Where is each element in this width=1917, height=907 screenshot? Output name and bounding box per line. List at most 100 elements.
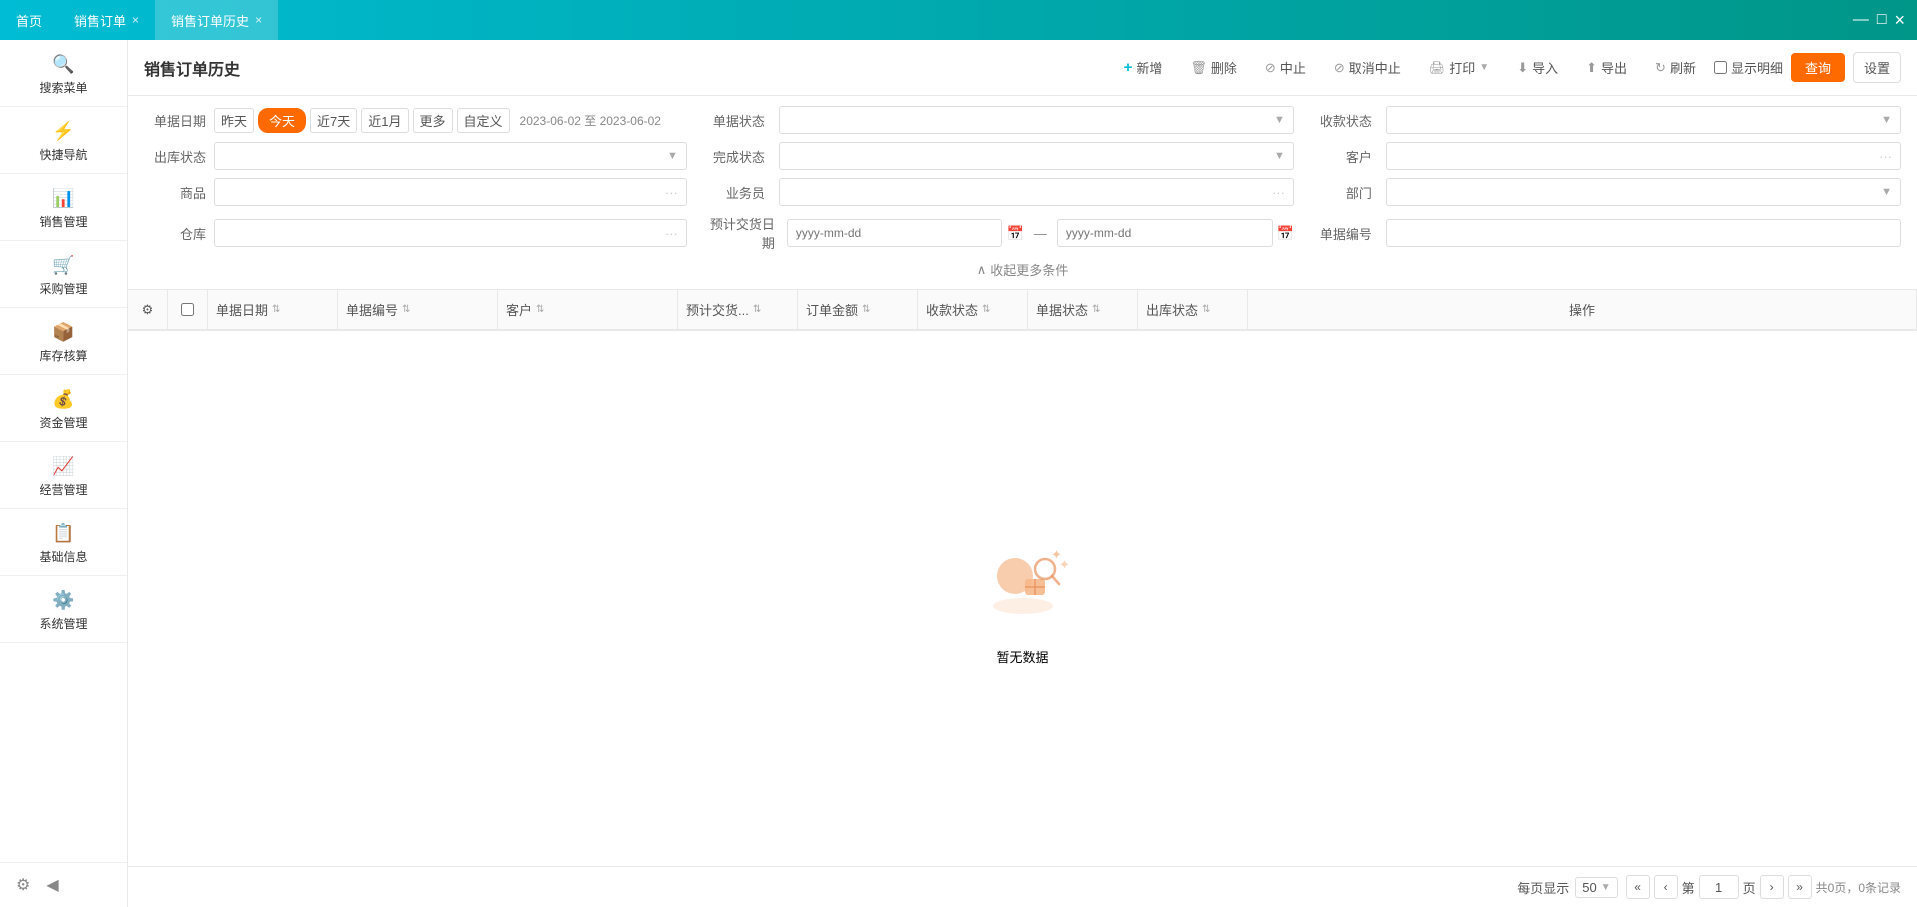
sales-mgmt-icon: 📊 — [52, 188, 74, 209]
search-menu-icon: 🔍 — [52, 54, 74, 75]
date-quick-btns: 昨天 今天 近7天 近1月 更多 自定义 — [214, 108, 510, 133]
new-button[interactable]: + 新增 — [1114, 53, 1173, 82]
date-btn-custom[interactable]: 自定义 — [457, 108, 510, 133]
th-out-status-sort-icon[interactable]: ⇅ — [1202, 304, 1210, 315]
display-toggle-checkbox[interactable] — [1714, 61, 1727, 74]
th-delivery-sort-icon[interactable]: ⇅ — [753, 304, 761, 315]
warehouse-input[interactable]: ··· — [214, 219, 687, 247]
page-label: 第 — [1682, 878, 1695, 897]
delivery-date-from-calendar-icon[interactable]: 📅 — [1006, 225, 1023, 242]
sidebar-label-biz-mgmt: 经营管理 — [39, 481, 87, 498]
th-date-sort-icon[interactable]: ⇅ — [272, 304, 280, 315]
date-btn-last7[interactable]: 近7天 — [310, 108, 357, 133]
goods-input[interactable]: ··· — [214, 178, 687, 206]
complete-status-select[interactable]: ▼ — [779, 142, 1294, 170]
sidebar-item-purchase-mgmt[interactable]: 🛒 采购管理 — [0, 241, 127, 308]
stop-icon: ⊘ — [1265, 60, 1276, 76]
page-header: 销售订单历史 + 新增 🗑 删除 ⊘ 中止 ⊘ 取消中止 🖨 打印 ▼ — [128, 40, 1917, 96]
settings-button[interactable]: 设置 — [1853, 52, 1901, 83]
customer-dots[interactable]: ··· — [1879, 149, 1892, 164]
sidebar-item-fund-mgmt[interactable]: 💰 资金管理 — [0, 375, 127, 442]
sidebar-item-search-menu[interactable]: 🔍 搜索菜单 — [0, 40, 127, 107]
sidebar-item-sys-mgmt[interactable]: ⚙️ 系统管理 — [0, 576, 127, 643]
order-status-select[interactable]: ▼ — [779, 106, 1294, 134]
delivery-date-from[interactable] — [787, 219, 1003, 247]
sidebar-item-basic-info[interactable]: 📋 基础信息 — [0, 509, 127, 576]
sidebar-label-fund-mgmt: 资金管理 — [39, 414, 87, 431]
date-btn-last1m[interactable]: 近1月 — [361, 108, 408, 133]
sidebar-item-biz-mgmt[interactable]: 📈 经营管理 — [0, 442, 127, 509]
th-customer: 客户 ⇅ — [498, 290, 678, 329]
settings-col-icon: ⚙ — [142, 302, 154, 318]
sidebar-settings-icon[interactable]: ⚙ — [16, 875, 30, 895]
close-button[interactable]: × — [1894, 10, 1905, 31]
sidebar-collapse-icon[interactable]: ◀ — [46, 875, 58, 895]
warehouse-dots[interactable]: ··· — [665, 226, 678, 241]
date-btn-yesterday[interactable]: 昨天 — [214, 108, 254, 133]
th-collect-status-sort-icon[interactable]: ⇅ — [982, 304, 990, 315]
empty-state: ✦ ✦ 暂无数据 — [128, 331, 1917, 866]
sidebar-item-quick-nav[interactable]: ⚡ 快捷导航 — [0, 107, 127, 174]
query-button[interactable]: 查询 — [1791, 53, 1845, 82]
out-status-select[interactable]: ▼ — [214, 142, 687, 170]
collect-status-select[interactable]: ▼ — [1386, 106, 1901, 134]
first-page-button[interactable]: « — [1626, 875, 1650, 899]
sidebar-label-stock-calc: 库存核算 — [39, 347, 87, 364]
delivery-date-to[interactable] — [1057, 219, 1273, 247]
display-toggle-label: 显示明细 — [1731, 58, 1783, 77]
date-range-text: 2023-06-02 至 2023-06-02 — [520, 112, 661, 129]
delivery-date-to-calendar-icon[interactable]: 📅 — [1277, 225, 1294, 242]
collapse-link[interactable]: ∧ 收起更多条件 — [144, 260, 1901, 279]
th-delivery: 预计交货... ⇅ — [678, 290, 798, 329]
sidebar-item-sales-mgmt[interactable]: 📊 销售管理 — [0, 174, 127, 241]
dept-select[interactable]: ▼ — [1386, 178, 1901, 206]
customer-input[interactable]: ··· — [1386, 142, 1901, 170]
select-all-checkbox[interactable] — [181, 303, 194, 316]
print-button[interactable]: 🖨 打印 ▼ — [1419, 53, 1499, 82]
cancel-stop-button[interactable]: ⊘ 取消中止 — [1324, 53, 1411, 82]
tab-sales-order-history[interactable]: 销售订单历史 × — [155, 0, 278, 40]
prev-page-button[interactable]: ‹ — [1654, 875, 1678, 899]
salesperson-dots[interactable]: ··· — [1272, 185, 1285, 200]
page-input[interactable] — [1699, 875, 1739, 899]
th-checkbox[interactable] — [168, 290, 208, 329]
tab-sales-order[interactable]: 销售订单 × — [58, 0, 155, 40]
next-page-button[interactable]: › — [1760, 875, 1784, 899]
delete-button[interactable]: 🗑 删除 — [1180, 53, 1247, 82]
collapse-up-icon: ∧ — [977, 262, 987, 278]
refresh-button[interactable]: ↻ 刷新 — [1645, 53, 1706, 82]
export-button[interactable]: ⬆ 导出 — [1576, 53, 1637, 82]
th-order-status-sort-icon[interactable]: ⇅ — [1092, 304, 1100, 315]
last-page-button[interactable]: » — [1788, 875, 1812, 899]
top-bar: 首页 销售订单 × 销售订单历史 × — □ × — [0, 0, 1917, 40]
pagination: 每页显示 50 ▼ « ‹ 第 页 › » 共0页，0条记录 — [128, 866, 1917, 907]
tab-sales-order-history-close[interactable]: × — [255, 13, 262, 27]
order-no-input[interactable] — [1386, 219, 1901, 247]
th-customer-label: 客户 — [506, 300, 532, 319]
page-size-label: 每页显示 — [1517, 878, 1569, 897]
salesperson-input[interactable]: ··· — [779, 178, 1294, 206]
th-customer-sort-icon[interactable]: ⇅ — [536, 304, 544, 315]
collapse-label: 收起更多条件 — [990, 260, 1068, 279]
page-size-dropdown[interactable]: 50 ▼ — [1575, 877, 1617, 898]
fund-mgmt-icon: 💰 — [52, 389, 74, 410]
import-button[interactable]: ⬇ 导入 — [1507, 53, 1568, 82]
quick-nav-icon: ⚡ — [52, 121, 74, 142]
basic-info-icon: 📋 — [52, 523, 74, 544]
sidebar-label-sys-mgmt: 系统管理 — [39, 615, 87, 632]
minimize-button[interactable]: — — [1853, 11, 1869, 29]
date-btn-more[interactable]: 更多 — [413, 108, 453, 133]
th-order-no-sort-icon[interactable]: ⇅ — [402, 304, 410, 315]
maximize-button[interactable]: □ — [1877, 11, 1887, 29]
goods-dots[interactable]: ··· — [665, 185, 678, 200]
date-btn-today[interactable]: 今天 — [258, 108, 306, 133]
tab-sales-order-close[interactable]: × — [132, 13, 139, 27]
tab-home[interactable]: 首页 — [0, 0, 58, 40]
th-settings[interactable]: ⚙ — [128, 290, 168, 329]
complete-status-chevron-icon: ▼ — [1274, 150, 1285, 162]
sidebar-item-stock-calc[interactable]: 📦 库存核算 — [0, 308, 127, 375]
date-filter-field: 昨天 今天 近7天 近1月 更多 自定义 2023-06-02 至 2023-0… — [214, 108, 687, 133]
stop-button[interactable]: ⊘ 中止 — [1255, 53, 1316, 82]
th-amount-sort-icon[interactable]: ⇅ — [862, 304, 870, 315]
collect-status-chevron-icon: ▼ — [1881, 114, 1892, 126]
